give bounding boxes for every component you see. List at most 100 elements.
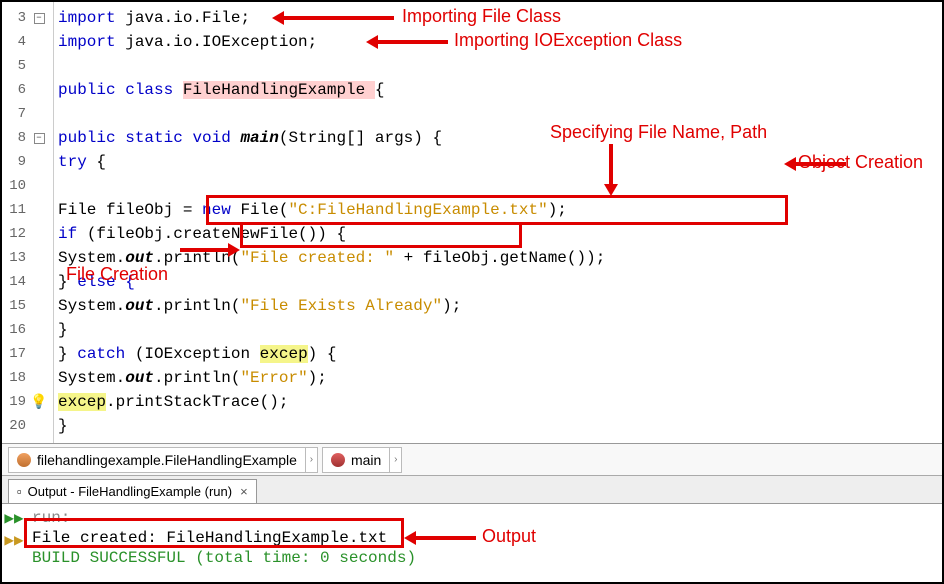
class-icon [17, 453, 31, 467]
code-token: import [58, 33, 125, 51]
annotation-specify-file-name: Specifying File Name, Path [550, 122, 767, 143]
code-token: { [375, 81, 385, 99]
code-editor: 3− 4 5 6 7 8− 9 10 11 12 13 14 15 16 17 … [2, 2, 942, 444]
line-number: 14 [2, 274, 30, 290]
code-token: excep [260, 345, 308, 363]
line-number: 11 [2, 202, 30, 218]
output-line: BUILD SUCCESSFUL (total time: 0 seconds) [32, 548, 936, 568]
output-text[interactable]: run: File created: FileHandlingExample.t… [26, 504, 942, 582]
line-number: 3 [2, 10, 30, 26]
code-token: public [58, 129, 125, 147]
method-icon [331, 453, 345, 467]
fold-toggle[interactable]: − [34, 133, 45, 144]
breadcrumb-method-label: main [351, 452, 381, 468]
code-token: .println( [154, 297, 240, 315]
code-token: File( [240, 201, 288, 219]
code-token: import [58, 9, 125, 27]
code-token: (IOException [135, 345, 260, 363]
breadcrumb-class-label: filehandlingexample.FileHandlingExample [37, 452, 297, 468]
rerun-icon[interactable]: ▶▶ [2, 530, 26, 550]
code-token: } [58, 321, 68, 339]
code-token: } [58, 417, 68, 435]
line-number: 18 [2, 370, 30, 386]
run-icon[interactable]: ▶▶ [2, 508, 26, 528]
code-token: catch [68, 345, 135, 363]
breadcrumb: filehandlingexample.FileHandlingExample ›… [2, 444, 942, 476]
code-token: public [58, 81, 125, 99]
chevron-right-icon[interactable]: › [390, 447, 402, 473]
code-token: "Error" [240, 369, 307, 387]
chevron-right-icon[interactable]: › [306, 447, 318, 473]
code-token: void [192, 129, 240, 147]
code-token: } [58, 345, 68, 363]
code-token: ); [548, 201, 567, 219]
annotation-output: Output [482, 526, 536, 547]
code-token: ); [308, 369, 327, 387]
code-token: System. [58, 369, 125, 387]
output-tab-bar: ▫ Output - FileHandlingExample (run) × [2, 476, 942, 504]
code-token: java.io.IOException; [125, 33, 317, 51]
line-number: 12 [2, 226, 30, 242]
fold-toggle[interactable]: − [34, 13, 45, 24]
line-number: 8 [2, 130, 30, 146]
code-token: (String[] args) { [279, 129, 442, 147]
editor-gutter: 3− 4 5 6 7 8− 9 10 11 12 13 14 15 16 17 … [2, 2, 54, 443]
code-token: out [125, 297, 154, 315]
line-number: 9 [2, 154, 30, 170]
code-token: FileHandlingExample [183, 81, 375, 99]
lightbulb-icon[interactable]: 💡 [30, 394, 47, 411]
output-line: run: [32, 508, 936, 528]
output-tab[interactable]: ▫ Output - FileHandlingExample (run) × [8, 479, 257, 503]
code-token: System. [58, 297, 125, 315]
output-toolbar: ▶▶ ▶▶ [2, 504, 26, 582]
line-number: 13 [2, 250, 30, 266]
breadcrumb-method[interactable]: main [322, 447, 390, 473]
code-token: { [96, 153, 106, 171]
breadcrumb-class[interactable]: filehandlingexample.FileHandlingExample [8, 447, 306, 473]
annotation-arrow [609, 144, 613, 184]
line-number: 20 [2, 418, 30, 434]
line-number: 6 [2, 82, 30, 98]
annotation-arrow [416, 536, 476, 540]
line-number: 16 [2, 322, 30, 338]
line-number: 19 [2, 394, 30, 410]
code-token: (fileObj.createNewFile()) [87, 225, 337, 243]
code-token: out [125, 369, 154, 387]
code-token: .println( [154, 369, 240, 387]
line-number: 7 [2, 106, 30, 122]
code-token: main [240, 129, 278, 147]
line-number: 4 [2, 34, 30, 50]
annotation-arrow [284, 16, 394, 20]
code-token: static [125, 129, 192, 147]
output-tab-title: Output - FileHandlingExample (run) [28, 484, 232, 499]
output-panel: ▶▶ ▶▶ run: File created: FileHandlingExa… [2, 504, 942, 582]
code-text-area[interactable]: import java.io.File; import java.io.IOEx… [54, 2, 942, 443]
code-token: + fileObj.getName()); [394, 249, 605, 267]
code-token: try [58, 153, 96, 171]
line-number: 5 [2, 58, 30, 74]
annotation-file-creation: File Creation [66, 264, 168, 285]
line-number: 15 [2, 298, 30, 314]
code-token: excep [58, 393, 106, 411]
tab-close-button[interactable]: × [240, 484, 248, 499]
annotation-import-file-class: Importing File Class [402, 6, 561, 27]
code-token: ); [442, 297, 461, 315]
annotation-import-ioexception-class: Importing IOException Class [454, 30, 682, 51]
annotation-object-creation: Object Creation [798, 152, 923, 173]
code-token: if [58, 225, 87, 243]
code-token: "File Exists Already" [240, 297, 442, 315]
code-token: class [125, 81, 183, 99]
terminal-icon: ▫ [17, 484, 22, 499]
code-token: java.io.File; [125, 9, 250, 27]
code-token: File fileObj = [58, 201, 202, 219]
code-token: .printStackTrace(); [106, 393, 288, 411]
code-token: ) { [308, 345, 337, 363]
annotation-arrow [180, 248, 228, 252]
line-number: 10 [2, 178, 30, 194]
line-number: 17 [2, 346, 30, 362]
code-token: "File created: " [240, 249, 394, 267]
code-token: "C:FileHandlingExample.txt" [288, 201, 547, 219]
code-token: new [202, 201, 240, 219]
code-token: { [336, 225, 346, 243]
annotation-arrow [378, 40, 448, 44]
